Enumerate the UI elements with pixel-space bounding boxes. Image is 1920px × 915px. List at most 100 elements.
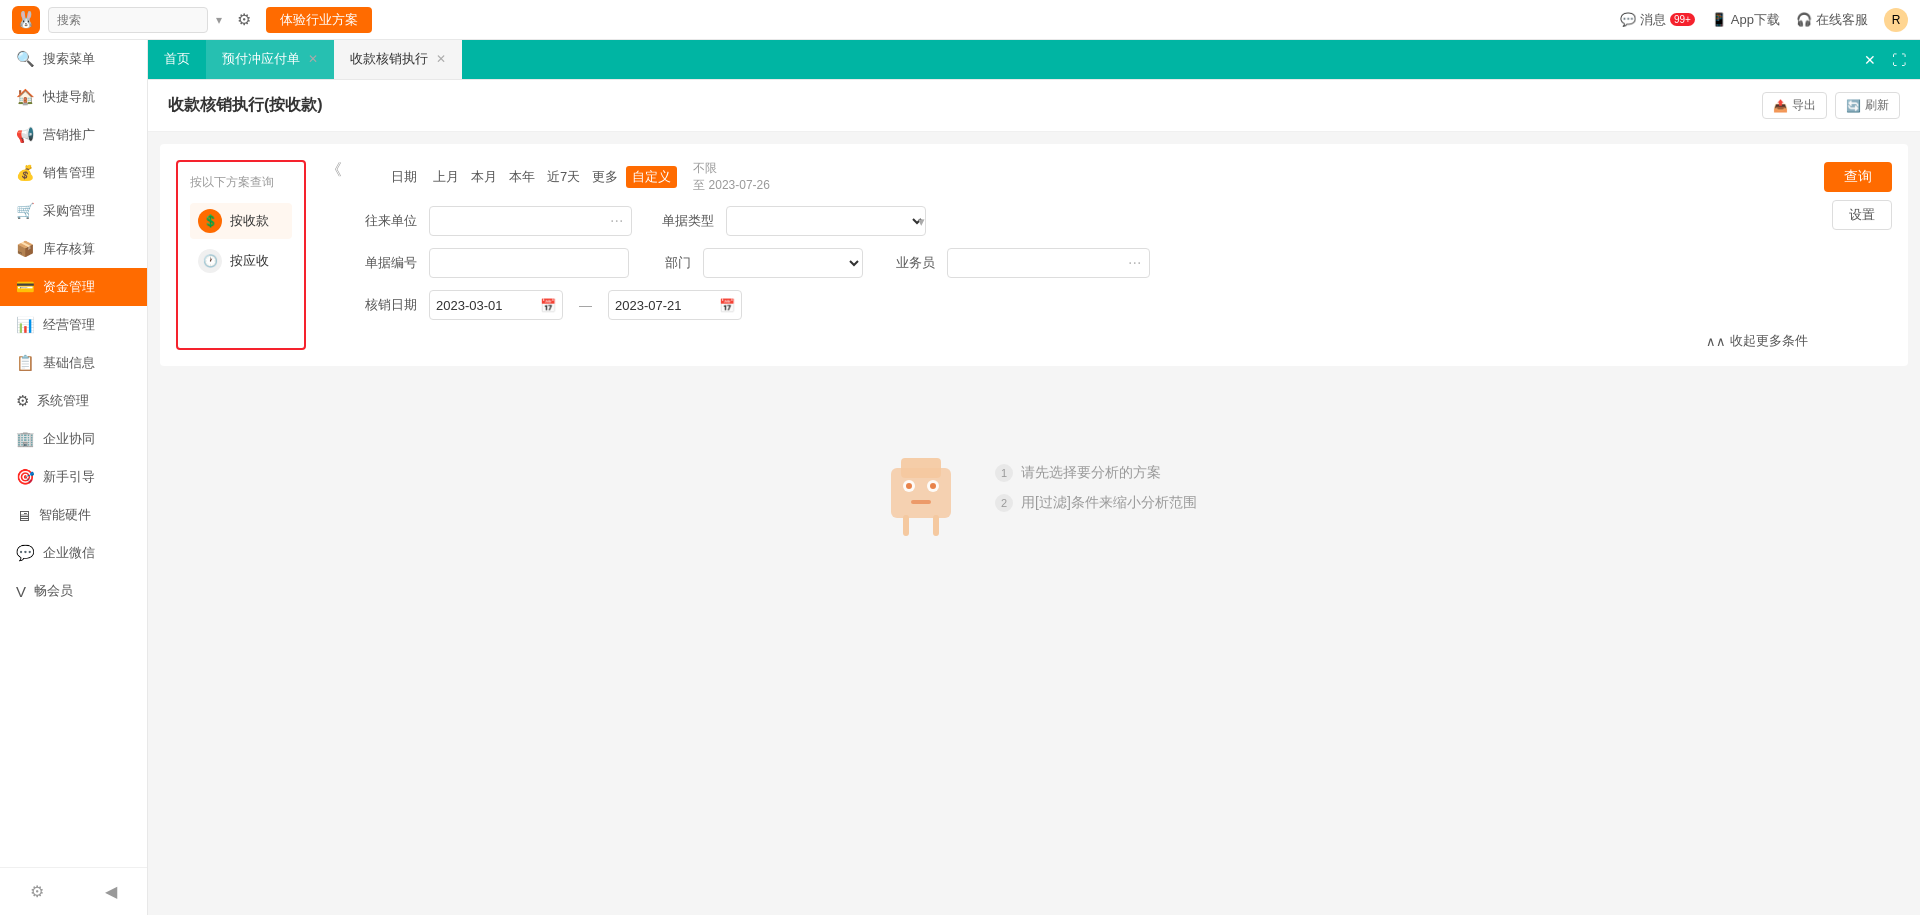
sidebar-item-member[interactable]: V 畅会员 bbox=[0, 572, 147, 610]
wechat-icon: 💬 bbox=[16, 544, 35, 562]
filter-panel: 按以下方案查询 💲 按收款 🕐 按应收 《 bbox=[160, 144, 1908, 366]
tab-actions: ✕ ⛶ bbox=[1858, 40, 1920, 79]
empty-tip-1: 1 请先选择要分析的方案 bbox=[995, 464, 1197, 482]
sidebar-collapse-button[interactable]: ◀ bbox=[99, 876, 123, 907]
partner-dots-button[interactable]: ··· bbox=[610, 212, 623, 230]
date-dash: — bbox=[575, 298, 596, 313]
tip-number-1: 1 bbox=[995, 464, 1013, 482]
export-button[interactable]: 📤 导出 bbox=[1762, 92, 1827, 119]
verify-date-start[interactable] bbox=[436, 298, 536, 313]
messages-label: 消息 bbox=[1640, 11, 1666, 29]
sidebar-item-collab[interactable]: 🏢 企业协同 bbox=[0, 420, 147, 458]
sidebar-item-hardware[interactable]: 🖥 智能硬件 bbox=[0, 496, 147, 534]
sidebar-item-sales[interactable]: 💰 销售管理 bbox=[0, 154, 147, 192]
sidebar-item-marketing[interactable]: 📢 营销推广 bbox=[0, 116, 147, 154]
sidebar-item-finance[interactable]: 💳 资金管理 bbox=[0, 268, 147, 306]
sidebar-item-label: 企业协同 bbox=[43, 430, 95, 448]
date-shortcut-more[interactable]: 更多 bbox=[588, 166, 622, 188]
calendar-start-icon[interactable]: 📅 bbox=[540, 298, 556, 313]
sidebar-item-label: 新手引导 bbox=[43, 468, 95, 486]
search-input[interactable] bbox=[48, 7, 208, 33]
partner-input-wrap[interactable]: ··· bbox=[429, 206, 632, 236]
tab-close-window[interactable]: ✕ bbox=[1858, 48, 1882, 72]
industry-button[interactable]: 体验行业方案 bbox=[266, 7, 372, 33]
sidebar-item-label: 营销推广 bbox=[43, 126, 95, 144]
date-shortcut-7days[interactable]: 近7天 bbox=[543, 166, 584, 188]
settings-button[interactable]: 设置 bbox=[1832, 200, 1892, 230]
date-shortcut-this-month[interactable]: 本月 bbox=[467, 166, 501, 188]
settings-icon[interactable]: ⚙ bbox=[230, 6, 258, 34]
empty-state: 1 请先选择要分析的方案 2 用[过滤]条件来缩小分析范围 bbox=[148, 378, 1920, 598]
partner-input[interactable] bbox=[438, 214, 606, 229]
sidebar-item-label: 企业微信 bbox=[43, 544, 95, 562]
headset-icon: 🎧 bbox=[1796, 12, 1812, 27]
messages-link[interactable]: 💬 消息 99+ bbox=[1620, 11, 1695, 29]
date-range-info: 不限 至 2023-07-26 bbox=[693, 160, 770, 194]
sidebar-item-basic[interactable]: 📋 基础信息 bbox=[0, 344, 147, 382]
member-icon: V bbox=[16, 583, 26, 600]
staff-input[interactable] bbox=[956, 256, 1124, 271]
sidebar-item-system[interactable]: ⚙ 系统管理 bbox=[0, 382, 147, 420]
date-shortcut-this-year[interactable]: 本年 bbox=[505, 166, 539, 188]
date-shortcut-last-month[interactable]: 上月 bbox=[429, 166, 463, 188]
svg-rect-6 bbox=[911, 500, 931, 504]
sidebar-item-shortcut[interactable]: 🏠 快捷导航 bbox=[0, 78, 147, 116]
query-action-col: 查询 设置 bbox=[1824, 160, 1892, 230]
home-icon: 🏠 bbox=[16, 88, 35, 106]
query-button[interactable]: 查询 bbox=[1824, 162, 1892, 192]
tab-collection[interactable]: 收款核销执行 ✕ bbox=[334, 40, 462, 79]
filter-row-partner-doctype: 往来单位 ··· 单据类型 ▾ bbox=[362, 206, 1808, 236]
filter-option-by-receivable[interactable]: 🕐 按应收 bbox=[190, 243, 292, 279]
verify-date-start-wrap[interactable]: 📅 bbox=[429, 290, 563, 320]
app-download-link[interactable]: 📱 App下载 bbox=[1711, 11, 1780, 29]
doc-no-input[interactable] bbox=[429, 248, 629, 278]
collapse-more-button[interactable]: ∧∧ 收起更多条件 bbox=[1706, 332, 1808, 350]
doc-type-select[interactable] bbox=[726, 206, 926, 236]
sidebar-item-search[interactable]: 🔍 搜索菜单 bbox=[0, 40, 147, 78]
date-shortcut-custom[interactable]: 自定义 bbox=[626, 166, 677, 188]
top-bar-right: 💬 消息 99+ 📱 App下载 🎧 在线客服 R bbox=[1620, 8, 1908, 32]
refresh-icon: 🔄 bbox=[1846, 99, 1861, 113]
sidebar-item-label: 采购管理 bbox=[43, 202, 95, 220]
empty-illustration bbox=[871, 438, 971, 538]
filter-option-by-receipt[interactable]: 💲 按收款 bbox=[190, 203, 292, 239]
messages-badge: 99+ bbox=[1670, 13, 1695, 26]
tab-home[interactable]: 首页 bbox=[148, 40, 206, 79]
staff-label: 业务员 bbox=[875, 254, 935, 272]
dept-select[interactable] bbox=[703, 248, 863, 278]
empty-tips: 1 请先选择要分析的方案 2 用[过滤]条件来缩小分析范围 bbox=[995, 464, 1197, 512]
collapse-up-icon: ∧∧ bbox=[1706, 334, 1726, 349]
tab-prepay-close[interactable]: ✕ bbox=[308, 52, 318, 66]
sidebar-item-guide[interactable]: 🎯 新手引导 bbox=[0, 458, 147, 496]
tab-expand[interactable]: ⛶ bbox=[1886, 48, 1912, 72]
page-title: 收款核销执行(按收款) bbox=[168, 95, 323, 116]
refresh-button[interactable]: 🔄 刷新 bbox=[1835, 92, 1900, 119]
sidebar-item-operation[interactable]: 📊 经营管理 bbox=[0, 306, 147, 344]
purchase-icon: 🛒 bbox=[16, 202, 35, 220]
staff-dots-button[interactable]: ··· bbox=[1128, 254, 1141, 272]
staff-input-wrap[interactable]: ··· bbox=[947, 248, 1150, 278]
sidebar-settings-button[interactable]: ⚙ bbox=[24, 876, 50, 907]
calendar-end-icon[interactable]: 📅 bbox=[719, 298, 735, 313]
customer-service-link[interactable]: 🎧 在线客服 bbox=[1796, 11, 1868, 29]
verify-date-end[interactable] bbox=[615, 298, 715, 313]
sidebar-item-label: 库存核算 bbox=[43, 240, 95, 258]
partner-label: 往来单位 bbox=[362, 212, 417, 230]
sidebar-item-label: 系统管理 bbox=[37, 392, 89, 410]
page-header-actions: 📤 导出 🔄 刷新 bbox=[1762, 92, 1900, 119]
sidebar-item-wechat[interactable]: 💬 企业微信 bbox=[0, 534, 147, 572]
date-no-limit: 不限 bbox=[693, 160, 770, 177]
filter-collapse-button[interactable]: 《 bbox=[322, 156, 346, 185]
tab-prepay[interactable]: 预付冲应付单 ✕ bbox=[206, 40, 334, 79]
doc-no-label: 单据编号 bbox=[362, 254, 417, 272]
message-icon: 💬 bbox=[1620, 12, 1636, 27]
system-icon: ⚙ bbox=[16, 392, 29, 410]
chevron-down-icon[interactable]: ▾ bbox=[216, 13, 222, 27]
top-bar-left: 🐰 ▾ ⚙ 体验行业方案 bbox=[12, 6, 372, 34]
verify-date-end-wrap[interactable]: 📅 bbox=[608, 290, 742, 320]
sidebar-item-purchase[interactable]: 🛒 采购管理 bbox=[0, 192, 147, 230]
sidebar-item-inventory[interactable]: 📦 库存核算 bbox=[0, 230, 147, 268]
tab-collection-close[interactable]: ✕ bbox=[436, 52, 446, 66]
date-label: 日期 bbox=[362, 168, 417, 186]
avatar[interactable]: R bbox=[1884, 8, 1908, 32]
